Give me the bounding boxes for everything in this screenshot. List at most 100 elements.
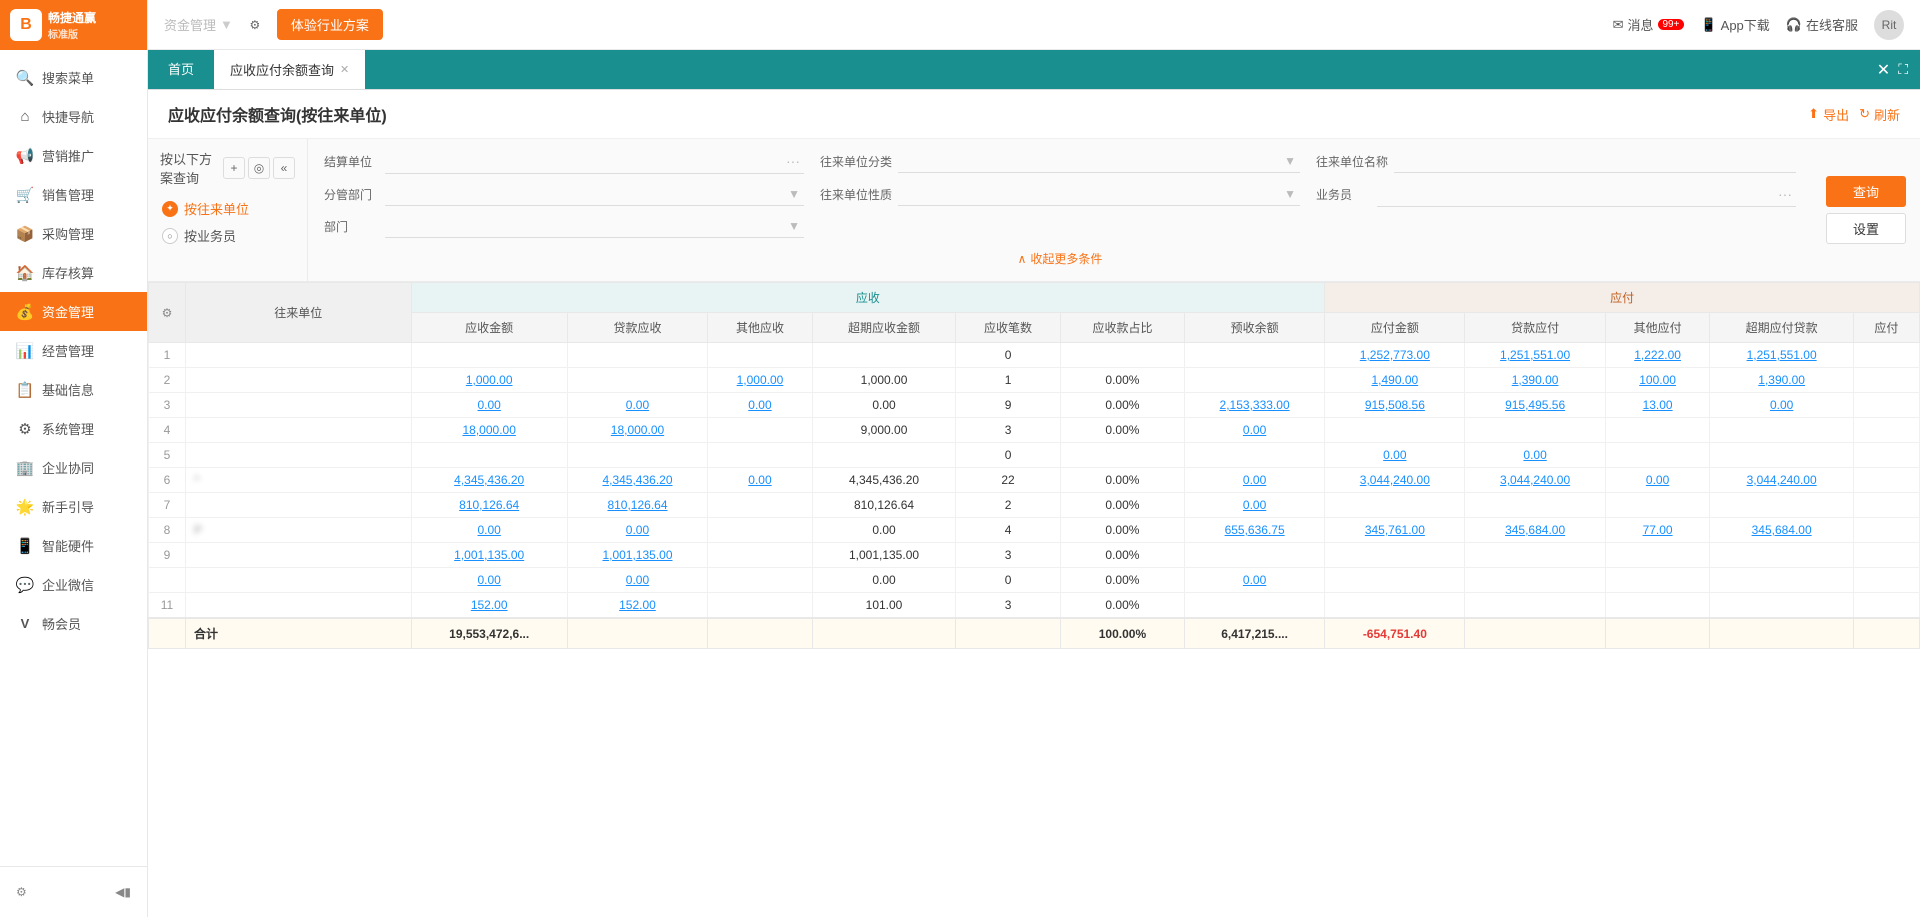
- table-cell[interactable]: [708, 593, 813, 619]
- table-cell[interactable]: [1465, 568, 1605, 593]
- table-cell[interactable]: [1325, 543, 1465, 568]
- table-cell[interactable]: 655,636.75: [1184, 518, 1324, 543]
- sidebar-item-sales[interactable]: 🛒 销售管理: [0, 175, 147, 214]
- sidebar-item-marketing[interactable]: 📢 营销推广: [0, 136, 147, 175]
- table-cell[interactable]: [567, 368, 707, 393]
- messages-button[interactable]: ✉ 消息 99+: [1613, 15, 1685, 34]
- table-cell[interactable]: [1465, 593, 1605, 619]
- tab-ar-ap[interactable]: 应收应付余额查询 ✕: [214, 50, 365, 89]
- table-cell[interactable]: 2,153,333.00: [1184, 393, 1324, 418]
- table-cell[interactable]: [1184, 368, 1324, 393]
- table-cell[interactable]: 0.00: [1325, 443, 1465, 468]
- sidebar-settings[interactable]: ⚙ ◀▮: [0, 877, 147, 907]
- table-cell[interactable]: [1710, 543, 1853, 568]
- sidebar-item-enterprise[interactable]: 🏢 企业协同: [0, 448, 147, 487]
- sidebar-item-funds[interactable]: 💰 资金管理: [0, 292, 147, 331]
- table-cell[interactable]: [567, 443, 707, 468]
- table-cell[interactable]: 1,000.00: [411, 368, 567, 393]
- table-cell[interactable]: [1325, 568, 1465, 593]
- partner-name-input[interactable]: [1394, 150, 1796, 173]
- table-cell[interactable]: [708, 418, 813, 443]
- table-cell[interactable]: 3,044,240.00: [1710, 468, 1853, 493]
- table-cell[interactable]: [708, 543, 813, 568]
- sidebar-item-wechat[interactable]: 💬 企业微信: [0, 565, 147, 604]
- app-download-button[interactable]: 📱 App下载: [1700, 15, 1769, 34]
- table-cell[interactable]: [1184, 443, 1324, 468]
- table-cell[interactable]: [411, 443, 567, 468]
- table-cell[interactable]: 0.00: [567, 568, 707, 593]
- tab-expand-icon[interactable]: ⛶: [1898, 61, 1908, 78]
- sidebar-item-quick-nav[interactable]: ⌂ 快捷导航: [0, 97, 147, 136]
- query-mode-by-partner[interactable]: ✦ 按往来单位: [160, 195, 295, 222]
- table-cell[interactable]: 1,390.00: [1710, 368, 1853, 393]
- filter-add-btn[interactable]: +: [223, 157, 245, 179]
- table-cell[interactable]: 0.00: [1184, 468, 1324, 493]
- table-cell[interactable]: 1,252,773.00: [1325, 343, 1465, 368]
- table-cell[interactable]: 915,508.56: [1325, 393, 1465, 418]
- sidebar-item-vip[interactable]: V 畅会员: [0, 604, 147, 643]
- table-cell[interactable]: [1184, 593, 1324, 619]
- table-cell[interactable]: [1605, 568, 1710, 593]
- table-cell[interactable]: 0.00: [1605, 468, 1710, 493]
- table-cell[interactable]: 0.00: [1184, 568, 1324, 593]
- collapse-more-button[interactable]: ∧ 收起更多条件: [324, 246, 1796, 271]
- table-cell[interactable]: 13.00: [1605, 393, 1710, 418]
- table-cell[interactable]: [708, 568, 813, 593]
- table-cell[interactable]: [1465, 543, 1605, 568]
- table-cell[interactable]: 1,490.00: [1325, 368, 1465, 393]
- settlement-unit-input[interactable]: ···: [385, 149, 804, 174]
- query-button[interactable]: 查询: [1826, 176, 1906, 207]
- table-cell[interactable]: 810,126.64: [411, 493, 567, 518]
- table-cell[interactable]: [708, 443, 813, 468]
- online-service-button[interactable]: 🎧 在线客服: [1786, 15, 1858, 34]
- table-cell[interactable]: [1710, 418, 1853, 443]
- tab-home[interactable]: 首页: [148, 49, 214, 90]
- sidebar-item-basic-info[interactable]: 📋 基础信息: [0, 370, 147, 409]
- table-cell[interactable]: 1,222.00: [1605, 343, 1710, 368]
- table-container[interactable]: ⚙ 往来单位 应收 应付 应收金额 贷款应: [148, 282, 1920, 917]
- table-cell[interactable]: 18,000.00: [567, 418, 707, 443]
- table-cell[interactable]: 0.00: [1465, 443, 1605, 468]
- solution-button[interactable]: 体验行业方案: [277, 9, 383, 40]
- table-cell[interactable]: [1710, 593, 1853, 619]
- table-cell[interactable]: 345,761.00: [1325, 518, 1465, 543]
- table-cell[interactable]: 1,001,135.00: [411, 543, 567, 568]
- export-button[interactable]: ⬆ 导出: [1808, 105, 1849, 124]
- table-cell[interactable]: 152.00: [411, 593, 567, 619]
- table-cell[interactable]: 345,684.00: [1710, 518, 1853, 543]
- table-cell[interactable]: 1,251,551.00: [1465, 343, 1605, 368]
- table-cell[interactable]: 3,044,240.00: [1465, 468, 1605, 493]
- table-cell[interactable]: [1605, 443, 1710, 468]
- table-cell[interactable]: [1605, 493, 1710, 518]
- filter-collapse-btn[interactable]: «: [273, 157, 295, 179]
- table-cell[interactable]: 4,345,436.20: [567, 468, 707, 493]
- table-cell[interactable]: 810,126.64: [567, 493, 707, 518]
- table-cell[interactable]: [1605, 543, 1710, 568]
- settings-button[interactable]: 设置: [1826, 213, 1906, 244]
- table-cell[interactable]: 915,495.56: [1465, 393, 1605, 418]
- table-cell[interactable]: [1710, 568, 1853, 593]
- partner-category-select[interactable]: ▼: [898, 150, 1300, 173]
- table-cell[interactable]: [1710, 493, 1853, 518]
- topbar-gear-button[interactable]: ⚙: [241, 11, 269, 39]
- table-cell[interactable]: [1184, 343, 1324, 368]
- sidebar-item-hardware[interactable]: 📱 智能硬件: [0, 526, 147, 565]
- table-cell[interactable]: 0.00: [1184, 493, 1324, 518]
- table-cell[interactable]: 0.00: [411, 393, 567, 418]
- table-cell[interactable]: [1710, 443, 1853, 468]
- table-cell[interactable]: [1325, 493, 1465, 518]
- table-cell[interactable]: [708, 518, 813, 543]
- table-cell[interactable]: 3,044,240.00: [1325, 468, 1465, 493]
- table-cell[interactable]: 1,251,551.00: [1710, 343, 1853, 368]
- query-mode-by-staff[interactable]: ○ 按业务员: [160, 222, 295, 249]
- sidebar-item-operations[interactable]: 📊 经营管理: [0, 331, 147, 370]
- table-cell[interactable]: 4,345,436.20: [411, 468, 567, 493]
- table-cell[interactable]: [1325, 593, 1465, 619]
- table-cell[interactable]: [567, 343, 707, 368]
- table-cell[interactable]: 1,390.00: [1465, 368, 1605, 393]
- table-cell[interactable]: [1605, 593, 1710, 619]
- table-cell[interactable]: 345,684.00: [1465, 518, 1605, 543]
- table-cell[interactable]: 0.00: [708, 468, 813, 493]
- table-cell[interactable]: 0.00: [567, 518, 707, 543]
- table-cell[interactable]: 0.00: [1710, 393, 1853, 418]
